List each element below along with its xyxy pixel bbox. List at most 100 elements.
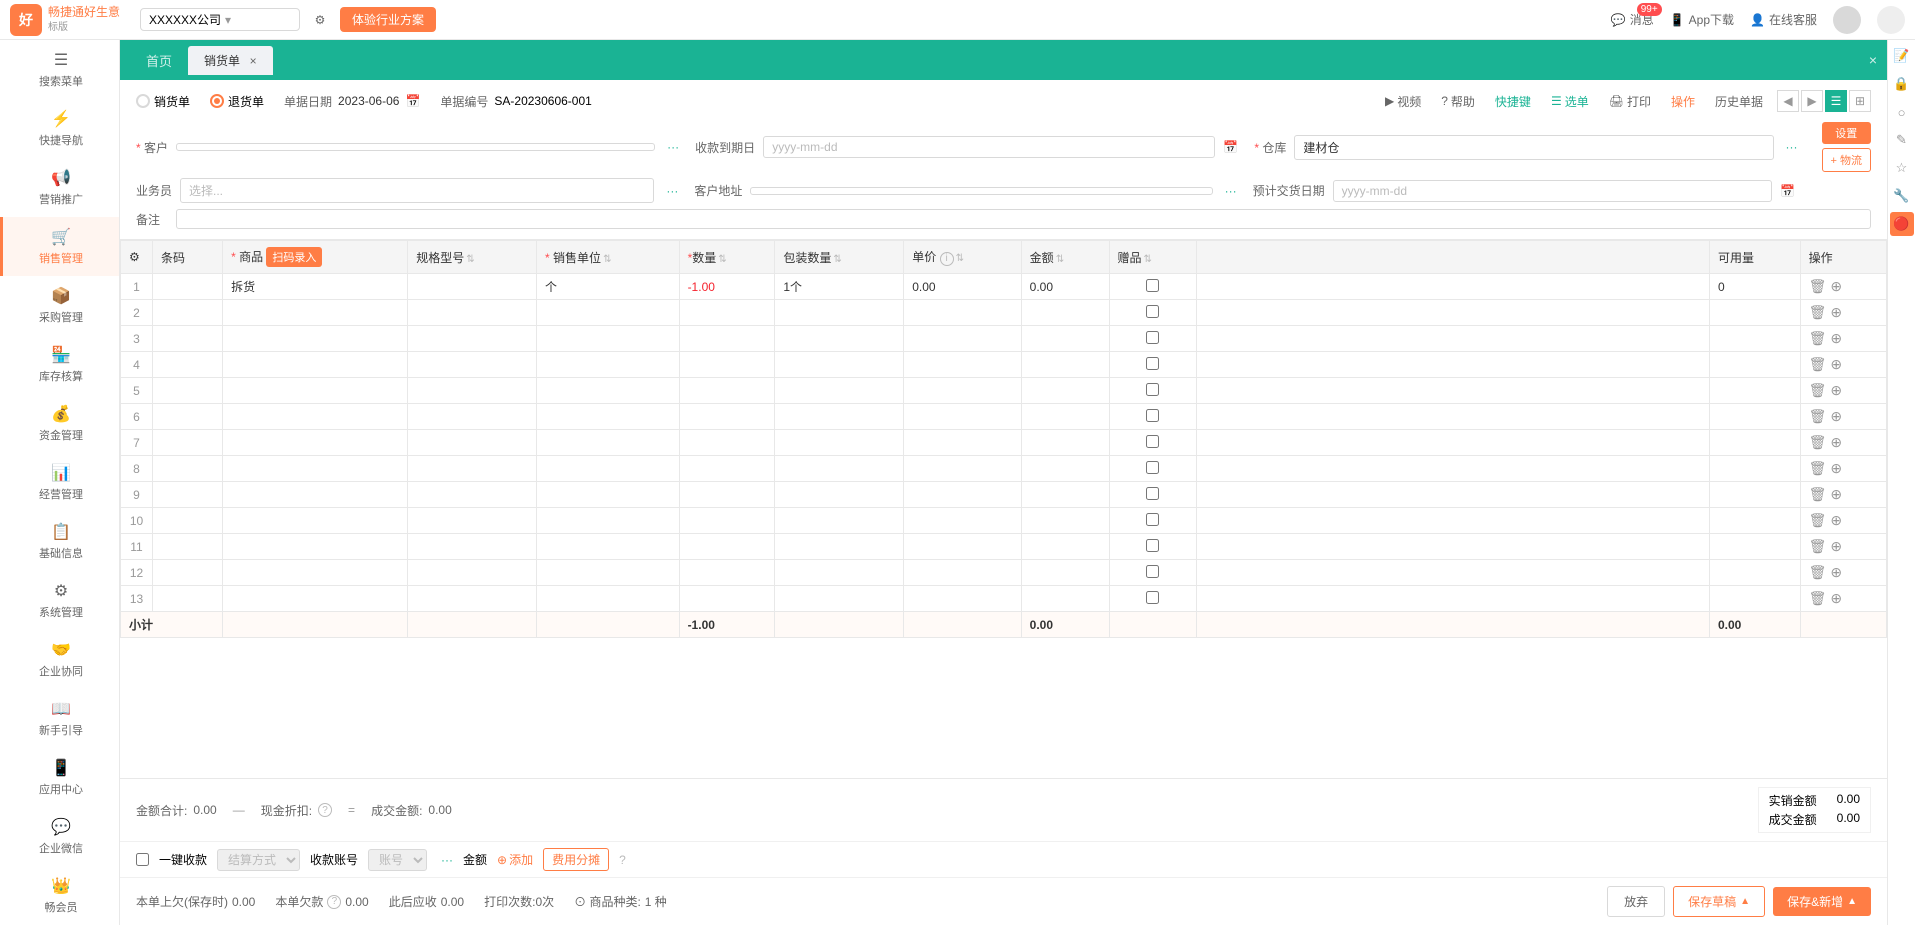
list-view-button[interactable]: ☰ (1825, 90, 1847, 112)
row-unit-5[interactable] (537, 378, 680, 404)
gift-sort-icon[interactable]: ⇅ (1144, 254, 1152, 265)
row-amount-7[interactable] (1021, 430, 1109, 456)
row-product-6[interactable] (223, 404, 408, 430)
collection-date-picker-icon[interactable]: 📅 (1223, 140, 1238, 154)
gift-checkbox-13[interactable] (1146, 591, 1159, 604)
history-button[interactable]: 历史单据 (1709, 91, 1769, 112)
row-unit-10[interactable] (537, 508, 680, 534)
row-pkg-qty-13[interactable] (775, 586, 904, 612)
row-price-8[interactable] (904, 456, 1021, 482)
row-amount-8[interactable] (1021, 456, 1109, 482)
delete-row-icon-12[interactable]: 🗑 (1809, 564, 1827, 581)
row-qty-12[interactable] (679, 560, 775, 586)
warehouse-more-icon[interactable]: ··· (1786, 140, 1798, 154)
row-product-12[interactable] (223, 560, 408, 586)
scan-button[interactable]: 扫码录入 (266, 247, 322, 267)
row-price-3[interactable] (904, 326, 1021, 352)
online-service-button[interactable]: 👤 在线客服 (1750, 11, 1817, 28)
radio-return-order[interactable]: 退货单 (210, 93, 264, 110)
row-product-13[interactable] (223, 586, 408, 612)
row-gift-5[interactable] (1109, 378, 1197, 404)
row-price-13[interactable] (904, 586, 1021, 612)
tab-home[interactable]: 首页 (130, 45, 188, 76)
row-qty-6[interactable] (679, 404, 775, 430)
row-qty-7[interactable] (679, 430, 775, 456)
sidebar-item-quick-nav[interactable]: ⚡ 快捷导航 (0, 99, 119, 158)
customer-more-icon[interactable]: ··· (667, 140, 679, 154)
row-barcode-11[interactable] (153, 534, 223, 560)
user-avatar2[interactable] (1877, 6, 1905, 34)
row-price-5[interactable] (904, 378, 1021, 404)
row-product-2[interactable] (223, 300, 408, 326)
row-gift-6[interactable] (1109, 404, 1197, 430)
row-barcode-9[interactable] (153, 482, 223, 508)
customer-input[interactable] (176, 143, 655, 151)
right-sidebar-tool-button[interactable]: 🔧 (1890, 184, 1914, 208)
delete-row-icon-2[interactable]: 🗑 (1809, 304, 1827, 321)
logistics-button[interactable]: + 物流 (1822, 148, 1871, 172)
delete-row-icon-13[interactable]: 🗑 (1809, 590, 1827, 607)
row-product-8[interactable] (223, 456, 408, 482)
delete-row-icon-10[interactable]: 🗑 (1809, 512, 1827, 529)
row-spec-3[interactable] (408, 326, 537, 352)
row-spec-7[interactable] (408, 430, 537, 456)
row-gift-3[interactable] (1109, 326, 1197, 352)
sidebar-item-marketing[interactable]: 📢 营销推广 (0, 158, 119, 217)
row-unit-7[interactable] (537, 430, 680, 456)
row-amount-4[interactable] (1021, 352, 1109, 378)
row-barcode-7[interactable] (153, 430, 223, 456)
row-qty-3[interactable] (679, 326, 775, 352)
trial-button[interactable]: 体验行业方案 (340, 7, 436, 32)
row-qty-13[interactable] (679, 586, 775, 612)
pkg-sort-icon[interactable]: ⇅ (833, 254, 841, 265)
row-amount-11[interactable] (1021, 534, 1109, 560)
gift-checkbox-7[interactable] (1146, 435, 1159, 448)
row-amount-3[interactable] (1021, 326, 1109, 352)
row-barcode-1[interactable] (153, 274, 223, 300)
copy-row-icon-5[interactable]: ⊕ (1830, 382, 1842, 399)
row-gift-12[interactable] (1109, 560, 1197, 586)
sidebar-item-system[interactable]: ⚙ 系统管理 (0, 571, 119, 630)
row-spec-9[interactable] (408, 482, 537, 508)
sidebar-item-enterprise[interactable]: 🤝 企业协同 (0, 630, 119, 689)
row-qty-1[interactable]: -1.00 (679, 274, 775, 300)
row-barcode-6[interactable] (153, 404, 223, 430)
row-pkg-qty-7[interactable] (775, 430, 904, 456)
copy-row-icon-1[interactable]: ⊕ (1830, 278, 1842, 295)
company-selector[interactable]: XXXXXX公司 ▾ (140, 8, 300, 31)
next-record-button[interactable]: ▶ (1801, 90, 1823, 112)
row-pkg-qty-10[interactable] (775, 508, 904, 534)
customer-addr-input[interactable] (750, 187, 1212, 195)
row-gift-8[interactable] (1109, 456, 1197, 482)
row-product-1[interactable]: 拆货 (223, 274, 408, 300)
sidebar-item-search[interactable]: ☰ 搜索菜单 (0, 40, 119, 99)
row-qty-11[interactable] (679, 534, 775, 560)
gift-checkbox-1[interactable] (1146, 279, 1159, 292)
row-product-3[interactable] (223, 326, 408, 352)
row-product-11[interactable] (223, 534, 408, 560)
message-button[interactable]: 💬 消息 99+ (1611, 11, 1654, 28)
delete-row-icon-7[interactable]: 🗑 (1809, 434, 1827, 451)
row-price-6[interactable] (904, 404, 1021, 430)
operate-button[interactable]: 操作 (1665, 91, 1701, 112)
one-click-payment-checkbox[interactable] (136, 853, 149, 866)
right-sidebar-alert-button[interactable]: 🔴 (1890, 212, 1914, 236)
row-qty-4[interactable] (679, 352, 775, 378)
row-amount-10[interactable] (1021, 508, 1109, 534)
row-price-7[interactable] (904, 430, 1021, 456)
row-pkg-qty-4[interactable] (775, 352, 904, 378)
unit-sort-icon[interactable]: ⇅ (603, 254, 611, 265)
amount-sort-icon[interactable]: ⇅ (1056, 254, 1064, 265)
sidebar-item-appstore[interactable]: 📱 应用中心 (0, 748, 119, 807)
warehouse-input[interactable]: 建材仓 (1294, 135, 1773, 160)
expected-date-picker-icon[interactable]: 📅 (1780, 184, 1795, 198)
gift-checkbox-11[interactable] (1146, 539, 1159, 552)
row-spec-10[interactable] (408, 508, 537, 534)
settings-gear-button[interactable]: ⚙ (306, 6, 334, 34)
customer-addr-more-icon[interactable]: ··· (1225, 184, 1237, 198)
account-select[interactable]: 账号 (368, 849, 427, 871)
app-download-button[interactable]: 📱 App下载 (1670, 11, 1734, 28)
sidebar-item-purchase[interactable]: 📦 采购管理 (0, 276, 119, 335)
right-sidebar-star-button[interactable]: ☆ (1890, 156, 1914, 180)
right-sidebar-circle-button[interactable]: ○ (1890, 100, 1914, 124)
